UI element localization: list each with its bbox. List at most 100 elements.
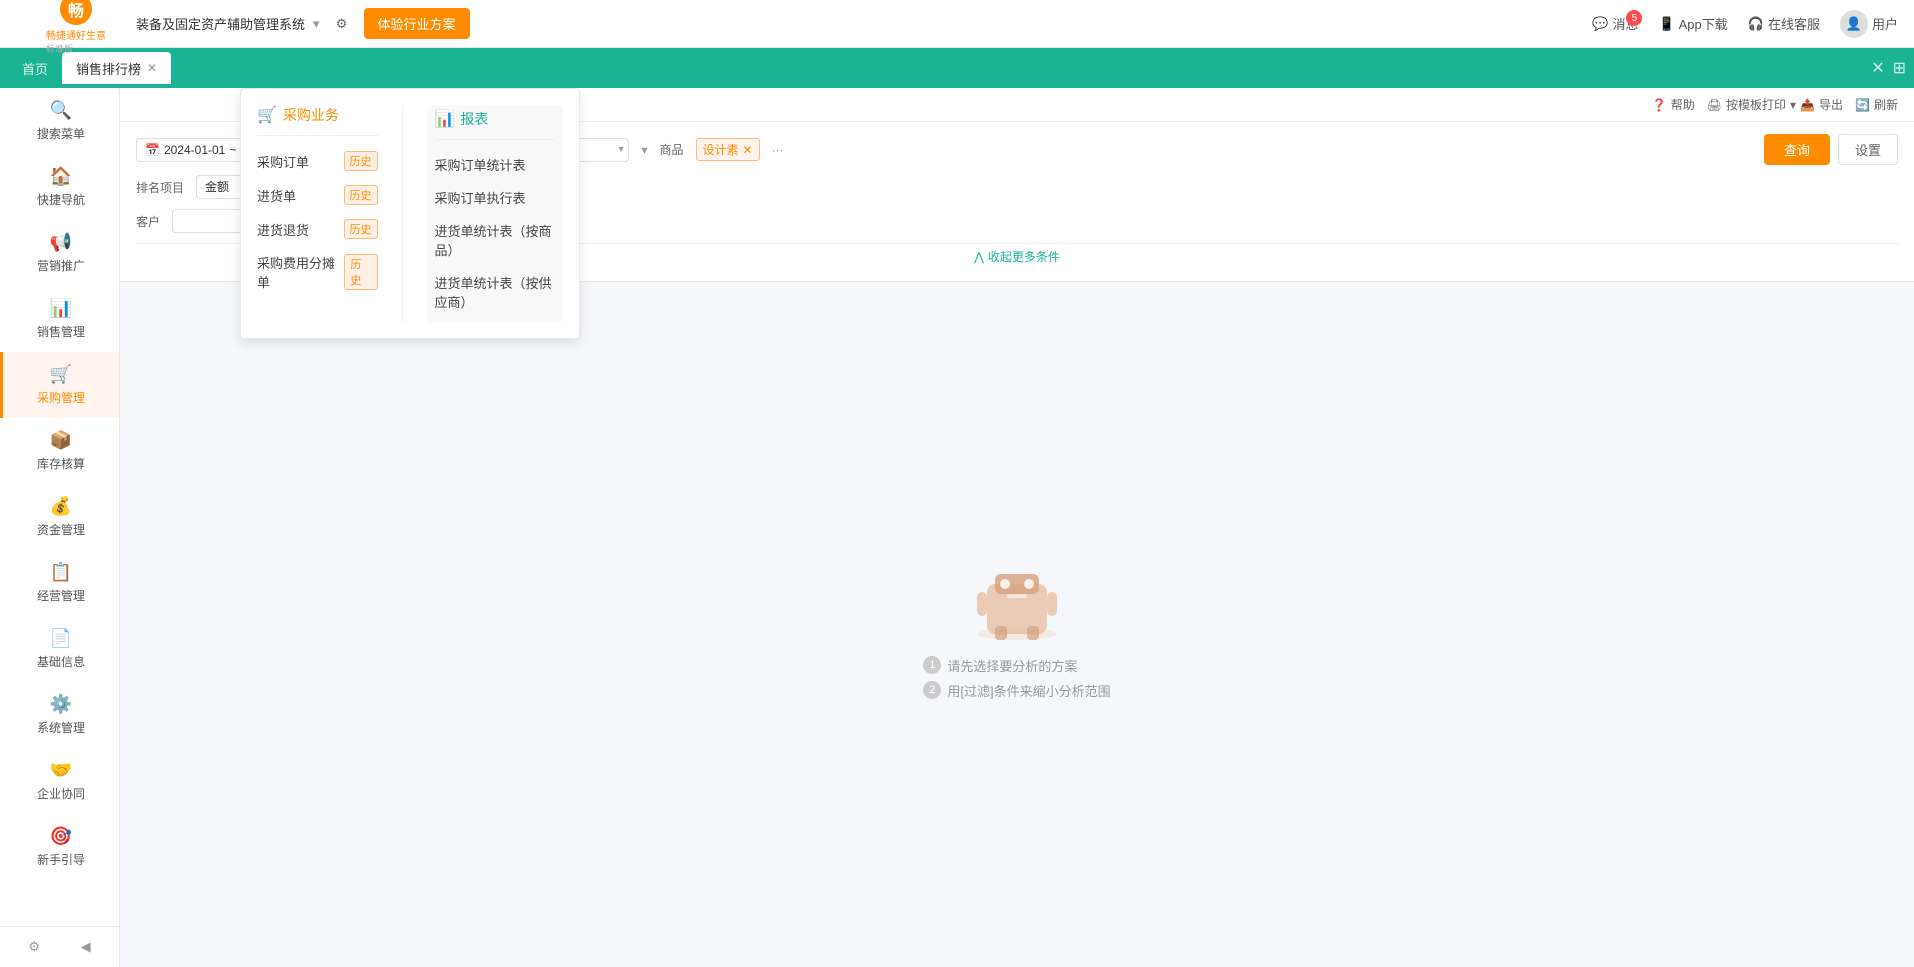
enterprise-icon: 🤝 [50, 760, 72, 781]
system-icon: ⚙️ [50, 694, 72, 715]
empty-illustration [957, 544, 1077, 644]
content-area: 🛒 采购业务 采购订单 历史 进货单 历史 进货退货 历史 采购费用分摊单 [120, 88, 1914, 967]
tab-maximize-button[interactable]: ⊞ [1893, 58, 1906, 78]
goods-label: 商品 [660, 141, 684, 158]
logo-area: 畅 畅捷通好生意 标准版 [16, 0, 136, 55]
rank-label: 排名项目 [136, 179, 184, 196]
collapse-up-icon: ⋀ [974, 250, 984, 264]
filter-settings-button[interactable]: 设置 [1838, 134, 1898, 165]
history-badge-purchase-order: 历史 [344, 151, 378, 171]
sidebar-item-quick-nav[interactable]: 🏠 快捷导航 [0, 154, 119, 220]
purchase-menu-icon: 🛒 [257, 105, 277, 125]
user-menu-button[interactable]: 👤 用户 [1840, 10, 1898, 38]
system-settings-button[interactable]: ⚙ [328, 10, 356, 38]
tab-home[interactable]: 首页 [8, 52, 62, 84]
sidebar-item-finance[interactable]: 💰 资金管理 [0, 484, 119, 550]
template-print-button[interactable]: 🖨 按模板打印 ▾ [1707, 96, 1796, 113]
sidebar-item-operations[interactable]: 📋 经营管理 [0, 550, 119, 616]
sidebar-item-purchase[interactable]: 🛒 采购管理 [0, 352, 119, 418]
system-dropdown-arrow[interactable]: ▾ [313, 16, 320, 32]
tab-sales-ranking[interactable]: 销售排行榜 ✕ [62, 52, 171, 84]
header-right: 💬 消息 5 📱 App下载 🎧 在线客服 👤 用户 [1592, 10, 1898, 38]
export-button[interactable]: 📤 导出 [1800, 96, 1843, 113]
print-icon: 🖨 [1707, 98, 1722, 112]
goods-tag-close[interactable]: ✕ [743, 143, 753, 157]
history-badge-incoming: 历史 [344, 185, 378, 205]
message-icon: 💬 [1592, 16, 1608, 32]
basic-info-icon: 📄 [50, 628, 72, 649]
tip-num-2: 2 [923, 681, 941, 699]
tab-close-button[interactable]: ✕ [147, 61, 157, 75]
headset-icon: 🎧 [1748, 16, 1764, 32]
sales-icon: 📊 [50, 298, 72, 319]
report-menu-column: 📊 报表 采购订单统计表 采购订单执行表 进货单统计表（按商品） 进货单统计表（… [427, 105, 564, 322]
operations-icon: 📋 [50, 562, 72, 583]
history-badge-return: 历史 [344, 219, 378, 239]
finance-icon: 💰 [50, 496, 72, 517]
menu-divider [402, 105, 403, 322]
query-buttons: 查询 设置 [1764, 134, 1898, 165]
export-icon: 📤 [1800, 98, 1815, 112]
notification-button[interactable]: 💬 消息 5 [1592, 14, 1638, 33]
menu-item-incoming-by-goods[interactable]: 进货单统计表（按商品） [435, 214, 556, 266]
main-layout: 🔍 搜索菜单 🏠 快捷导航 📢 营销推广 📊 销售管理 🛒 采购管理 📦 库存核… [0, 88, 1914, 967]
sidebar-item-guide[interactable]: 🎯 新手引导 [0, 814, 119, 880]
logo-icon: 畅 [60, 0, 92, 25]
goods-tag: 设计素 ✕ [696, 138, 760, 161]
sidebar-bottom: ⚙ ◀ [0, 926, 119, 967]
purchase-icon: 🛒 [50, 364, 72, 385]
goods-more[interactable]: ··· [772, 143, 784, 157]
order-status-more[interactable]: ▾ [641, 143, 647, 157]
online-service-button[interactable]: 🎧 在线客服 [1748, 14, 1820, 33]
search-icon: 🔍 [50, 100, 72, 121]
sidebar-item-basic-info[interactable]: 📄 基础信息 [0, 616, 119, 682]
customer-label: 客户 [136, 213, 160, 230]
help-button[interactable]: ❓ 帮助 [1652, 96, 1695, 113]
system-title: 装备及固定资产辅助管理系统 [136, 14, 305, 33]
query-button[interactable]: 查询 [1764, 134, 1830, 165]
home-icon: 🏠 [50, 166, 72, 187]
menu-item-incoming[interactable]: 进货单 历史 [257, 178, 378, 212]
report-menu-icon: 📊 [435, 109, 455, 129]
print-dropdown-arrow[interactable]: ▾ [1790, 98, 1796, 112]
empty-tip-1: 1 请先选择要分析的方案 [923, 656, 1110, 675]
marketing-icon: 📢 [50, 232, 72, 253]
sidebar-item-inventory[interactable]: 📦 库存核算 [0, 418, 119, 484]
empty-tips: 1 请先选择要分析的方案 2 用[过滤]条件来缩小分析范围 [923, 656, 1110, 700]
notification-badge: 5 [1626, 10, 1642, 26]
tab-bar-controls: ✕ ⊞ [1871, 58, 1906, 78]
tab-close-window-button[interactable]: ✕ [1871, 58, 1884, 78]
empty-state: 1 请先选择要分析的方案 2 用[过滤]条件来缩小分析范围 [120, 282, 1914, 961]
sidebar-item-marketing[interactable]: 📢 营销推广 [0, 220, 119, 286]
help-icon: ❓ [1652, 98, 1667, 112]
sidebar-item-search[interactable]: 🔍 搜索菜单 [0, 88, 119, 154]
empty-tip-2: 2 用[过滤]条件来缩小分析范围 [923, 681, 1110, 700]
guide-icon: 🎯 [50, 826, 72, 847]
purchase-menu-header: 🛒 采购业务 [257, 105, 378, 136]
menu-item-return[interactable]: 进货退货 历史 [257, 212, 378, 246]
app-download-button[interactable]: 📱 App下载 [1658, 14, 1727, 33]
sidebar-settings-icon[interactable]: ⚙ [28, 939, 40, 955]
menu-item-purchase-expense[interactable]: 采购费用分摊单 历史 [257, 246, 378, 298]
phone-icon: 📱 [1658, 16, 1674, 32]
sidebar-item-system[interactable]: ⚙️ 系统管理 [0, 682, 119, 748]
tip-num-1: 1 [923, 656, 941, 674]
sidebar-collapse-icon[interactable]: ◀ [81, 939, 91, 955]
refresh-icon: 🔄 [1855, 98, 1870, 112]
tab-bar: 首页 销售排行榜 ✕ ✕ ⊞ [0, 48, 1914, 88]
report-menu-header: 📊 报表 [435, 109, 556, 140]
system-title-area: 装备及固定资产辅助管理系统 ▾ ⚙ 体验行业方案 [136, 8, 1592, 39]
logo-text: 畅捷通好生意 标准版 [46, 27, 106, 55]
menu-item-incoming-by-supplier[interactable]: 进货单统计表（按供应商） [435, 266, 556, 318]
inventory-icon: 📦 [50, 430, 72, 451]
menu-item-purchase-order[interactable]: 采购订单 历史 [257, 144, 378, 178]
sidebar-item-enterprise[interactable]: 🤝 企业协同 [0, 748, 119, 814]
menu-item-purchase-order-stats[interactable]: 采购订单统计表 [435, 148, 556, 181]
top-header: 畅 畅捷通好生意 标准版 装备及固定资产辅助管理系统 ▾ ⚙ 体验行业方案 💬 … [0, 0, 1914, 48]
purchase-dropdown-menu: 🛒 采购业务 采购订单 历史 进货单 历史 进货退货 历史 采购费用分摊单 [240, 88, 580, 339]
menu-item-purchase-order-exec[interactable]: 采购订单执行表 [435, 181, 556, 214]
industry-solution-button[interactable]: 体验行业方案 [364, 8, 470, 39]
refresh-button[interactable]: 🔄 刷新 [1855, 96, 1898, 113]
sidebar: 🔍 搜索菜单 🏠 快捷导航 📢 营销推广 📊 销售管理 🛒 采购管理 📦 库存核… [0, 88, 120, 967]
sidebar-item-sales[interactable]: 📊 销售管理 [0, 286, 119, 352]
